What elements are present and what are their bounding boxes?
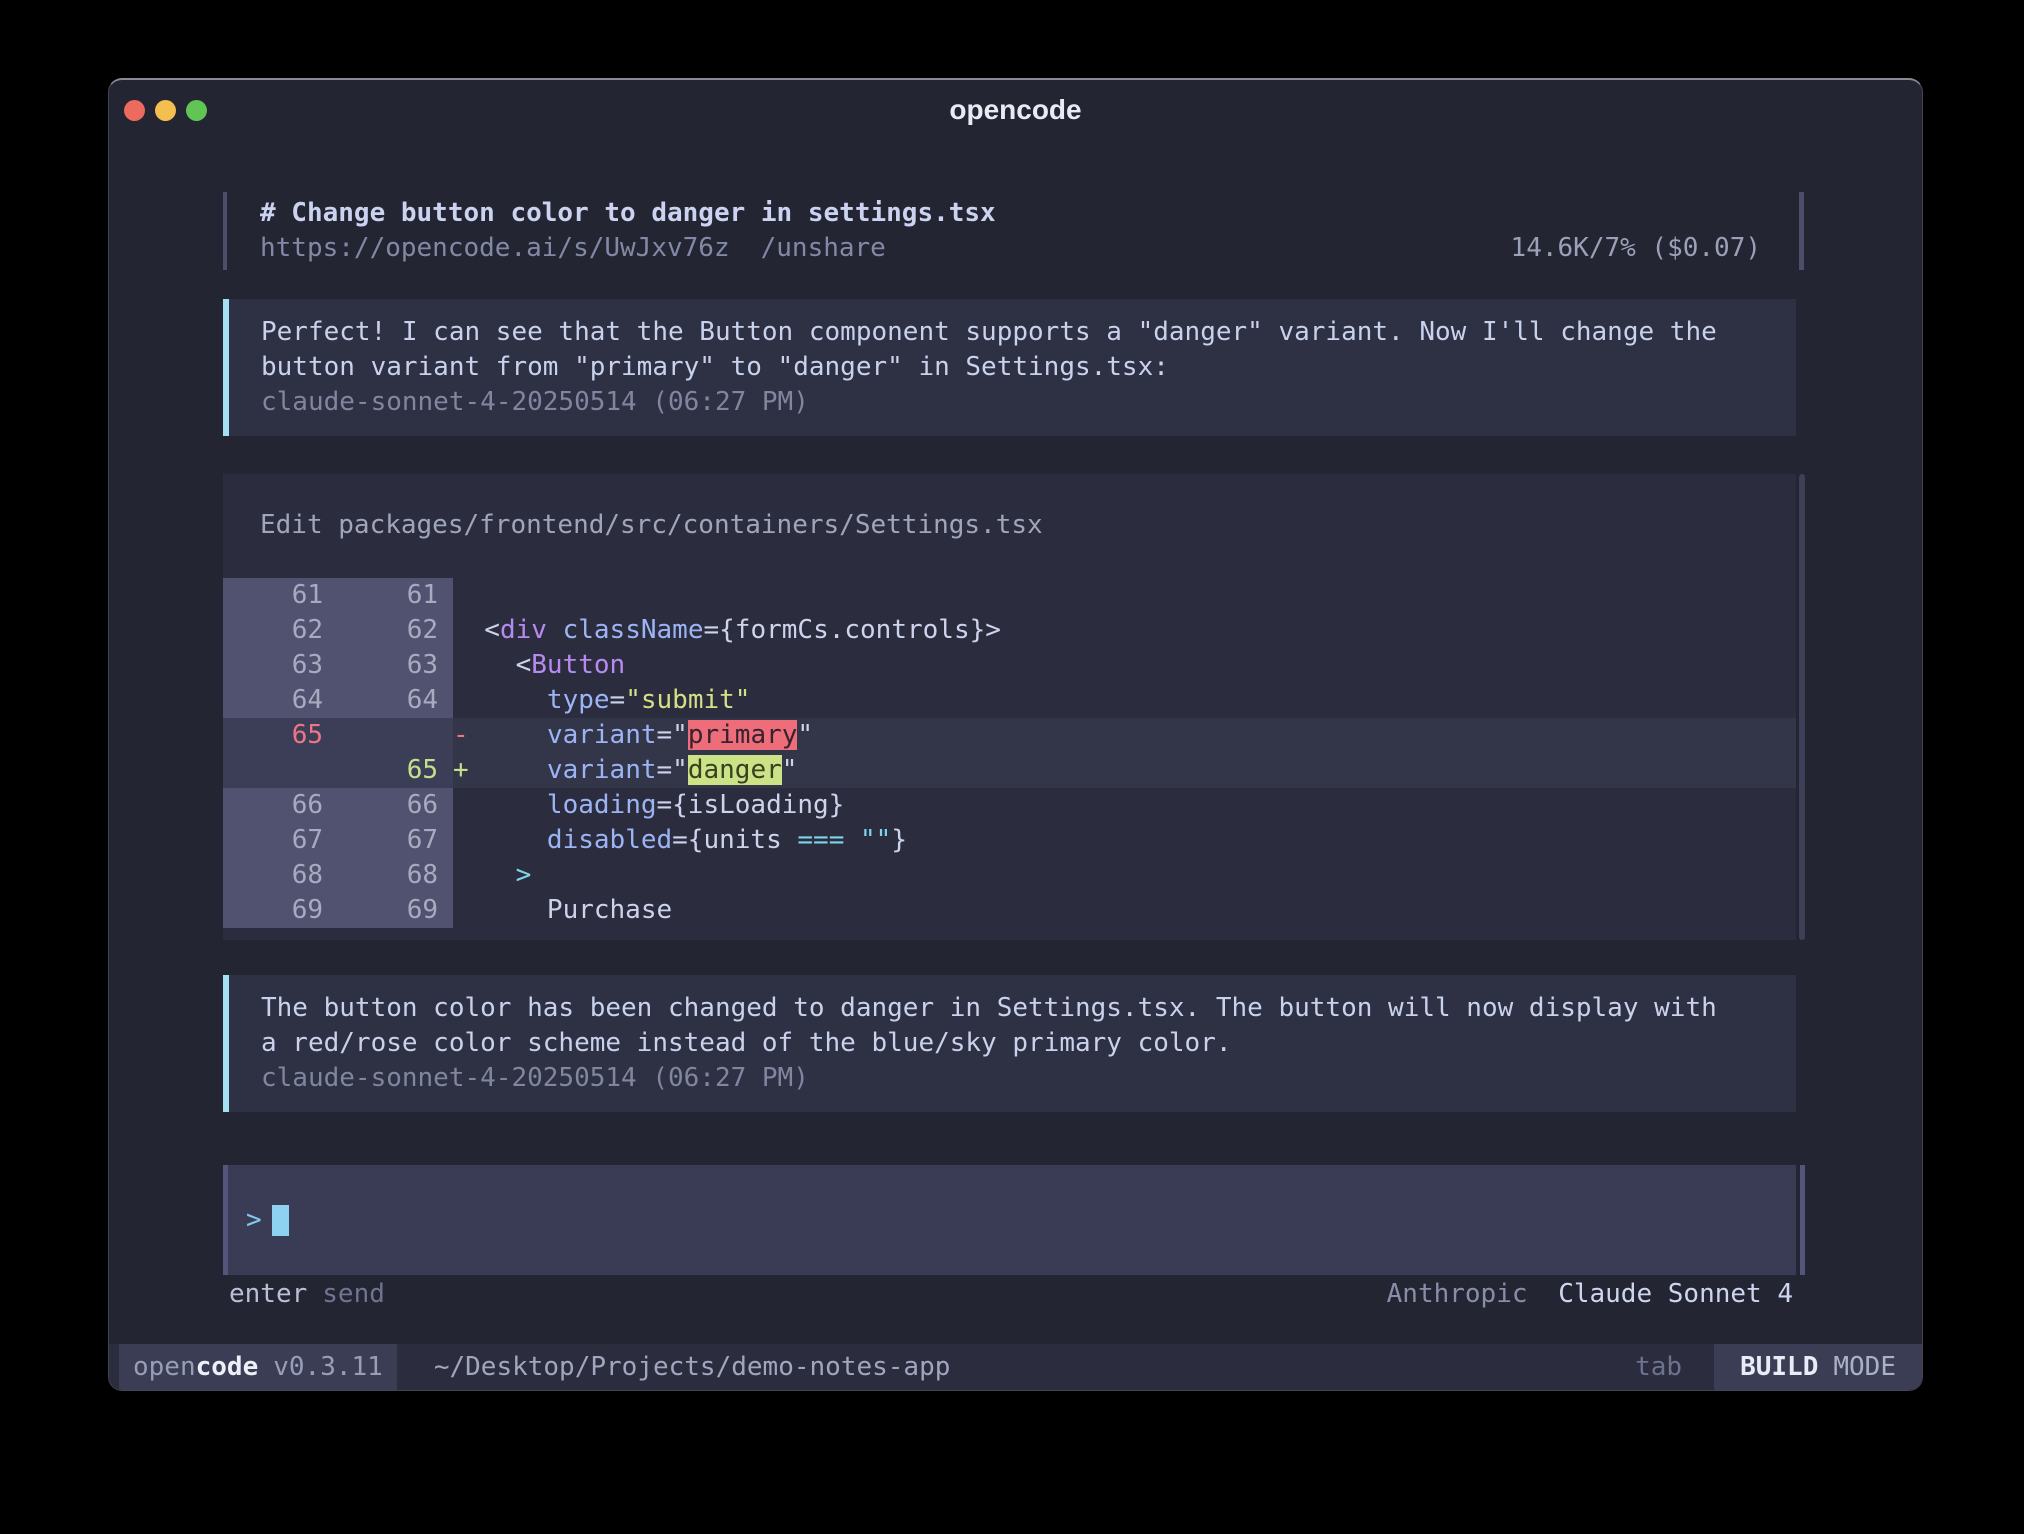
diff-gutter: 6161	[223, 578, 453, 613]
diff-gutter: 6363	[223, 648, 453, 683]
mode-label-bold: BUILD	[1740, 1352, 1818, 1382]
diff-row: 6161	[223, 578, 1796, 613]
diff-gutter: 6464	[223, 683, 453, 718]
diff-gutter: 65	[223, 753, 453, 788]
assistant-message-text: The button color has been changed to dan…	[261, 991, 1736, 1061]
mode-badge: BUILD MODE	[1714, 1344, 1922, 1390]
diff-row: 6969 Purchase	[223, 893, 1796, 928]
prompt-symbol: >	[246, 1205, 262, 1235]
diff-code-line: loading={isLoading}	[453, 788, 1796, 823]
text-cursor	[272, 1205, 289, 1236]
app-version: v0.3.11	[273, 1352, 383, 1382]
send-action-hint: send	[322, 1277, 385, 1312]
diff-row: 65- variant="primary"	[223, 718, 1796, 753]
model-name: Claude Sonnet 4	[1558, 1279, 1793, 1309]
session-title: # Change button color to danger in setti…	[260, 196, 1796, 231]
enter-key-hint: enter	[229, 1277, 307, 1312]
diff-gutter: 6767	[223, 823, 453, 858]
assistant-message: The button color has been changed to dan…	[223, 975, 1796, 1112]
window-title: opencode	[949, 94, 1081, 126]
diff-row: 6363 <Button	[223, 648, 1796, 683]
app-name-bold: code	[196, 1352, 259, 1382]
prompt-input[interactable]: >	[223, 1165, 1796, 1275]
assistant-message-meta: claude-sonnet-4-20250514 (06:27 PM)	[261, 1061, 1796, 1096]
mode-label-rest: MODE	[1833, 1352, 1896, 1382]
main-content: # Change button color to danger in setti…	[109, 192, 1922, 1312]
diff-code-line: + variant="danger"	[453, 753, 1796, 788]
tab-key-hint: tab	[1635, 1352, 1682, 1382]
diff-code-line: <div className={formCs.controls}>	[453, 613, 1796, 648]
diff-row: 6767 disabled={units === ""}	[223, 823, 1796, 858]
diff-code-line: <Button	[453, 648, 1796, 683]
session-header: # Change button color to danger in setti…	[223, 192, 1796, 270]
diff-gutter: 6969	[223, 893, 453, 928]
diff-gutter: 65	[223, 718, 453, 753]
provider-name: Anthropic	[1387, 1279, 1528, 1309]
traffic-lights	[124, 80, 207, 140]
input-footer: enter send Anthropic Claude Sonnet 4	[223, 1277, 1808, 1312]
diff-table: 61616262 <div className={formCs.controls…	[223, 578, 1796, 928]
context-usage-stats: 14.6K/7% ($0.07)	[1511, 231, 1761, 266]
unshare-command-hint: /unshare	[761, 231, 886, 266]
diff-row: 6868 >	[223, 858, 1796, 893]
assistant-message-meta: claude-sonnet-4-20250514 (06:27 PM)	[261, 385, 1796, 420]
session-subheader: https://opencode.ai/s/UwJxv76z /unshare …	[260, 231, 1796, 266]
close-button[interactable]	[124, 100, 145, 121]
diff-code-line	[453, 578, 1796, 613]
title-bar: opencode	[109, 80, 1922, 140]
model-indicator: Anthropic Claude Sonnet 4	[1387, 1277, 1793, 1312]
diff-row: 6262 <div className={formCs.controls}>	[223, 613, 1796, 648]
zoom-button[interactable]	[186, 100, 207, 121]
diff-code-line: >	[453, 858, 1796, 893]
assistant-message: Perfect! I can see that the Button compo…	[223, 299, 1796, 436]
opencode-window: opencode # Change button color to danger…	[108, 78, 1923, 1391]
diff-row: 6666 loading={isLoading}	[223, 788, 1796, 823]
app-version-badge: opencode v0.3.11	[119, 1344, 397, 1390]
share-url[interactable]: https://opencode.ai/s/UwJxv76z	[260, 231, 730, 266]
edit-tool-card: Edit packages/frontend/src/containers/Se…	[223, 474, 1796, 940]
app-name-normal: open	[133, 1352, 196, 1382]
diff-row: 6464 type="submit"	[223, 683, 1796, 718]
diff-gutter: 6868	[223, 858, 453, 893]
assistant-message-text: Perfect! I can see that the Button compo…	[261, 315, 1736, 385]
mode-indicator: tab BUILD MODE	[1635, 1344, 1922, 1390]
diff-gutter: 6262	[223, 613, 453, 648]
diff-code-line: Purchase	[453, 893, 1796, 928]
diff-code-line: - variant="primary"	[453, 718, 1796, 753]
working-directory: ~/Desktop/Projects/demo-notes-app	[434, 1352, 951, 1382]
status-bar: opencode v0.3.11 ~/Desktop/Projects/demo…	[109, 1344, 1922, 1390]
diff-row: 65+ variant="danger"	[223, 753, 1796, 788]
diff-code-line: type="submit"	[453, 683, 1796, 718]
edit-tool-title: Edit packages/frontend/src/containers/Se…	[223, 474, 1796, 578]
diff-gutter: 6666	[223, 788, 453, 823]
diff-code-line: disabled={units === ""}	[453, 823, 1796, 858]
minimize-button[interactable]	[155, 100, 176, 121]
